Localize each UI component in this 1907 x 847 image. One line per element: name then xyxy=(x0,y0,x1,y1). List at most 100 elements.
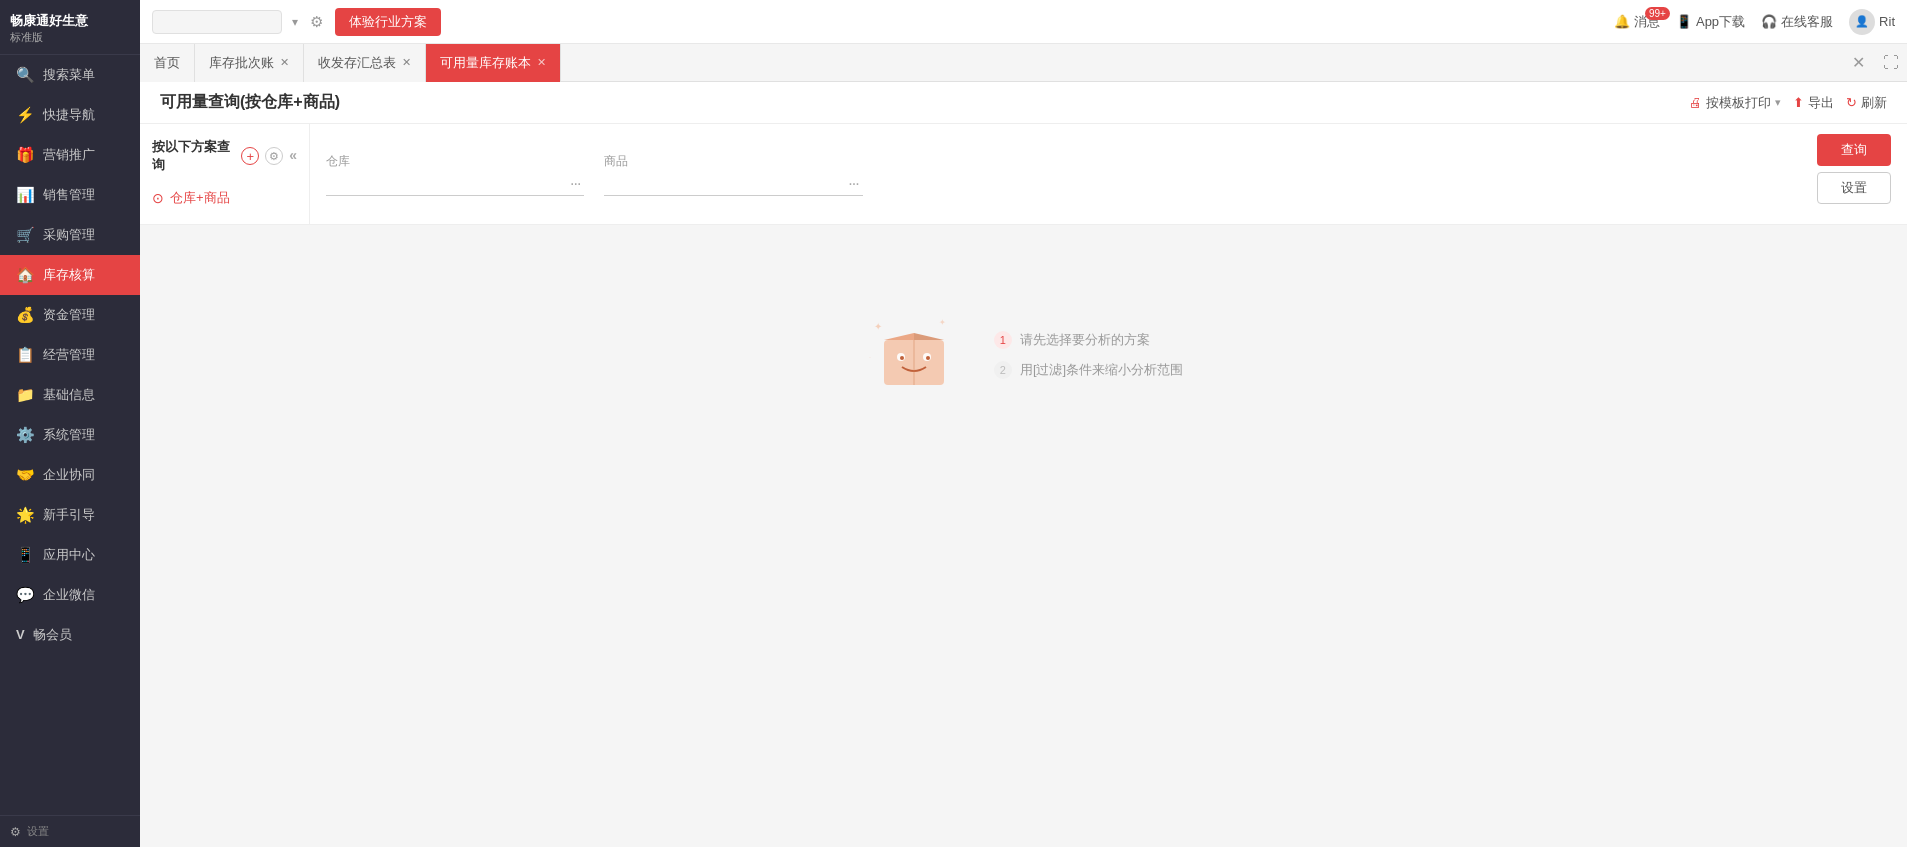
sidebar-item-basic[interactable]: 📁 基础信息 xyxy=(0,375,140,415)
chart-icon: 📊 xyxy=(16,186,35,204)
tab-close-batch-icon[interactable]: ✕ xyxy=(280,56,289,69)
phone-icon: 📱 xyxy=(16,546,35,564)
page-title: 可用量查询(按仓库+商品) xyxy=(160,92,340,113)
tab-home[interactable]: 首页 xyxy=(140,44,195,82)
print-icon: 🖨 xyxy=(1689,95,1702,110)
export-btn[interactable]: ⬆ 导出 xyxy=(1793,94,1834,112)
svg-text:✦: ✦ xyxy=(874,321,882,332)
message-btn[interactable]: 🔔 消息 99+ xyxy=(1614,13,1660,31)
tab-close-available-icon[interactable]: ✕ xyxy=(537,56,546,69)
export-icon: ⬆ xyxy=(1793,95,1804,110)
print-btn[interactable]: 🖨 按模板打印 ▾ xyxy=(1689,94,1781,112)
message-badge: 99+ xyxy=(1645,7,1670,20)
sidebar-item-system[interactable]: ⚙️ 系统管理 xyxy=(0,415,140,455)
username: Rit xyxy=(1879,14,1895,29)
money-icon: 💰 xyxy=(16,306,35,324)
refresh-icon: ↻ xyxy=(1846,95,1857,110)
page-content: 可用量查询(按仓库+商品) 🖨 按模板打印 ▾ ⬆ 导出 ↻ 刷新 xyxy=(140,82,1907,847)
handshake-icon: 🤝 xyxy=(16,466,35,484)
empty-tip-2: 2 用[过滤]条件来缩小分析范围 xyxy=(994,361,1183,379)
sidebar-item-search[interactable]: 🔍 搜索菜单 xyxy=(0,55,140,95)
gift-icon: 🎁 xyxy=(16,146,35,164)
tab-batch[interactable]: 库存批次账 ✕ xyxy=(195,44,304,82)
empty-tip-1: 1 请先选择要分析的方案 xyxy=(994,331,1183,349)
filter-area: 按以下方案查询 + ⚙ « ⊙ 仓库+商品 仓库 · xyxy=(140,124,1907,225)
tabbar-close-button[interactable]: ✕ xyxy=(1842,44,1875,82)
sidebar-item-finance[interactable]: 💰 资金管理 xyxy=(0,295,140,335)
sidebar-item-purchase[interactable]: 🛒 采购管理 xyxy=(0,215,140,255)
bell-icon: 🔔 xyxy=(1614,14,1630,29)
chevron-down-icon[interactable]: ▾ xyxy=(292,15,298,29)
cart-icon: 🛒 xyxy=(16,226,35,244)
sidebar-item-newbie[interactable]: 🌟 新手引导 xyxy=(0,495,140,535)
topbar-right: 🔔 消息 99+ 📱 App下载 🎧 在线客服 👤 Rit xyxy=(1614,9,1895,35)
sidebar-item-operations[interactable]: 📋 经营管理 xyxy=(0,335,140,375)
warehouse-input[interactable] xyxy=(326,174,566,195)
main-area: ▾ ⚙ 体验行业方案 🔔 消息 99+ 📱 App下载 🎧 在线客服 👤 Rit xyxy=(140,0,1907,847)
trial-btn[interactable]: 体验行业方案 xyxy=(335,8,441,36)
filter-scheme-warehouse-goods[interactable]: ⊙ 仓库+商品 xyxy=(140,182,309,214)
online-service-btn[interactable]: 🎧 在线客服 xyxy=(1761,13,1833,31)
page-header-actions: 🖨 按模板打印 ▾ ⬆ 导出 ↻ 刷新 xyxy=(1689,94,1887,112)
search-input[interactable] xyxy=(152,10,282,34)
home-icon: 🏠 xyxy=(16,266,35,284)
refresh-btn[interactable]: ↻ 刷新 xyxy=(1846,94,1887,112)
goods-input[interactable] xyxy=(604,174,844,195)
gear-settings-icon[interactable]: ⚙ xyxy=(310,13,323,31)
sidebar-nav: 🔍 搜索菜单 ⚡ 快捷导航 🎁 营销推广 📊 销售管理 🛒 采购管理 🏠 库存核… xyxy=(0,55,140,815)
sidebar-item-wechat[interactable]: 💬 企业微信 xyxy=(0,575,140,615)
svg-marker-1 xyxy=(884,333,914,340)
sidebar-item-collab[interactable]: 🤝 企业协同 xyxy=(0,455,140,495)
sidebar-item-sales[interactable]: 📊 销售管理 xyxy=(0,175,140,215)
filter-sidebar-header: 按以下方案查询 + ⚙ « xyxy=(140,134,309,182)
query-button[interactable]: 查询 xyxy=(1817,134,1891,166)
gear-icon: ⚙️ xyxy=(16,426,35,444)
vip-icon: V xyxy=(16,627,25,642)
download-icon: 📱 xyxy=(1676,14,1692,29)
empty-svg-icon: ✦ ✦ · xyxy=(864,305,964,405)
sidebar-item-member[interactable]: V 畅会员 xyxy=(0,615,140,655)
app-download-btn[interactable]: 📱 App下载 xyxy=(1676,13,1745,31)
tab-available[interactable]: 可用量库存账本 ✕ xyxy=(426,44,561,82)
folder-icon: 📁 xyxy=(16,386,35,404)
svg-text:✦: ✦ xyxy=(939,318,946,327)
goods-input-wrap: ··· xyxy=(604,174,862,196)
tabbar: 首页 库存批次账 ✕ 收发存汇总表 ✕ 可用量库存账本 ✕ ✕ ⛶ xyxy=(140,44,1907,82)
tab-close-summary-icon[interactable]: ✕ xyxy=(402,56,411,69)
goods-field: 商品 ··· xyxy=(604,153,862,196)
settings-button[interactable]: 设置 xyxy=(1817,172,1891,204)
add-scheme-button[interactable]: + xyxy=(241,147,259,165)
user-info[interactable]: 👤 Rit xyxy=(1849,9,1895,35)
settings-scheme-button[interactable]: ⚙ xyxy=(265,147,283,165)
flash-icon: ⚡ xyxy=(16,106,35,124)
tabbar-expand-button[interactable]: ⛶ xyxy=(1875,44,1907,82)
collapse-sidebar-icon[interactable]: « xyxy=(289,147,297,165)
warehouse-field: 仓库 ··· xyxy=(326,153,584,196)
app-logo: 畅康通好生意 标准版 xyxy=(0,0,140,55)
filter-action-buttons: 查询 设置 xyxy=(1817,124,1907,224)
goods-more-icon[interactable]: ··· xyxy=(844,175,862,193)
tip-num-1: 1 xyxy=(994,331,1012,349)
warehouse-more-icon[interactable]: ··· xyxy=(566,175,584,193)
sidebar-item-inventory[interactable]: 🏠 库存核算 xyxy=(0,255,140,295)
search-wrap xyxy=(152,10,282,34)
filter-main: 仓库 ··· 商品 ··· xyxy=(310,124,1817,224)
print-chevron-icon[interactable]: ▾ xyxy=(1775,96,1781,109)
filter-sidebar: 按以下方案查询 + ⚙ « ⊙ 仓库+商品 xyxy=(140,124,310,224)
page-header: 可用量查询(按仓库+商品) 🖨 按模板打印 ▾ ⬆ 导出 ↻ 刷新 xyxy=(140,82,1907,124)
filter-sidebar-actions: + ⚙ « xyxy=(241,147,297,165)
sidebar-item-appcenter[interactable]: 📱 应用中心 xyxy=(0,535,140,575)
sidebar: 畅康通好生意 标准版 🔍 搜索菜单 ⚡ 快捷导航 🎁 营销推广 📊 销售管理 🛒… xyxy=(0,0,140,847)
tab-summary[interactable]: 收发存汇总表 ✕ xyxy=(304,44,426,82)
clipboard-icon: 📋 xyxy=(16,346,35,364)
topbar: ▾ ⚙ 体验行业方案 🔔 消息 99+ 📱 App下载 🎧 在线客服 👤 Rit xyxy=(140,0,1907,44)
warehouse-input-wrap: ··· xyxy=(326,174,584,196)
sidebar-item-quicknav[interactable]: ⚡ 快捷导航 xyxy=(0,95,140,135)
star-icon: 🌟 xyxy=(16,506,35,524)
empty-tips: 1 请先选择要分析的方案 2 用[过滤]条件来缩小分析范围 xyxy=(994,331,1183,379)
sidebar-item-marketing[interactable]: 🎁 营销推广 xyxy=(0,135,140,175)
svg-point-6 xyxy=(926,356,930,360)
empty-state: ✦ ✦ · 1 请先选择要分析的方案 2 用[过滤]条件来缩小分析范围 xyxy=(140,225,1907,485)
tip-num-2: 2 xyxy=(994,361,1012,379)
sidebar-footer: ⚙ 设置 xyxy=(0,815,140,847)
